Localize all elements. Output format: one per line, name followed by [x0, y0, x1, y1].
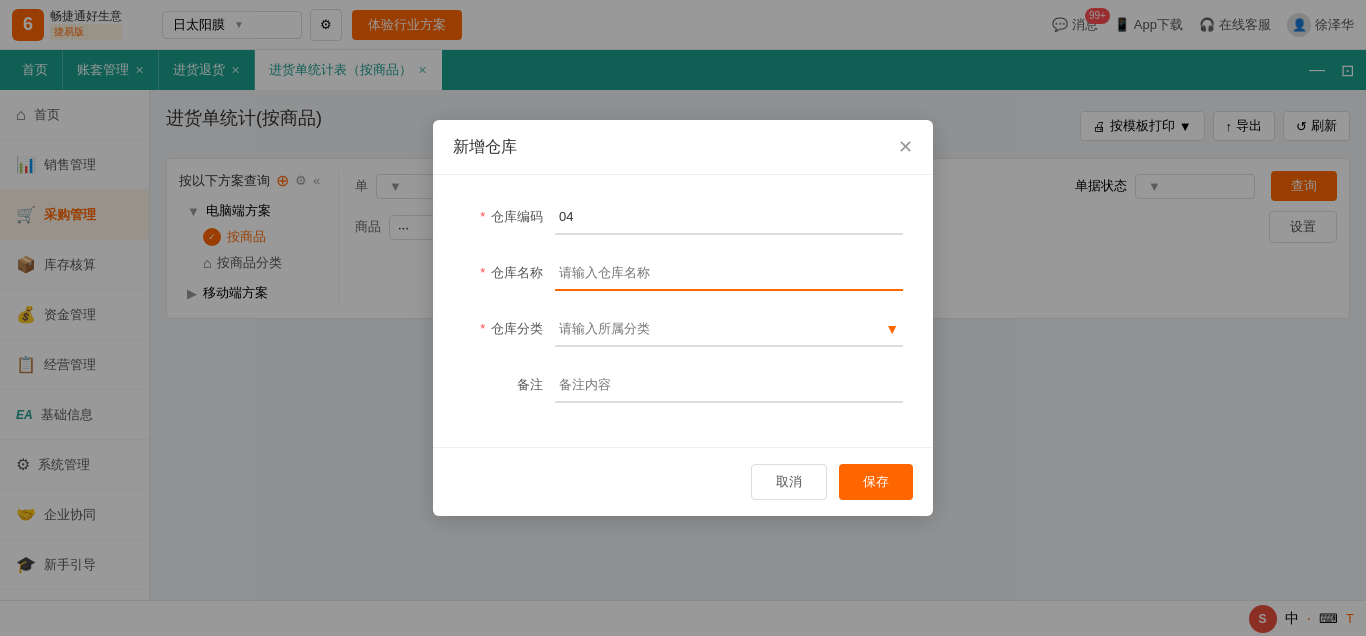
note-label-text: 备注: [517, 377, 543, 392]
note-input[interactable]: [555, 367, 903, 403]
form-row-name: * 仓库名称: [463, 255, 903, 291]
category-label: * 仓库分类: [463, 320, 543, 338]
name-input[interactable]: [555, 255, 903, 291]
name-required-mark: *: [480, 265, 485, 280]
modal-title: 新增仓库: [453, 137, 517, 158]
code-input[interactable]: [555, 199, 903, 235]
category-select-wrap: ▼: [555, 311, 903, 347]
name-label-text: 仓库名称: [491, 265, 543, 280]
code-label-text: 仓库编码: [491, 209, 543, 224]
form-row-code: * 仓库编码: [463, 199, 903, 235]
modal-body: * 仓库编码 * 仓库名称 * 仓库分类: [433, 175, 933, 447]
category-required-mark: *: [480, 321, 485, 336]
modal-footer: 取消 保存: [433, 447, 933, 516]
note-label: 备注: [463, 376, 543, 394]
code-required-mark: *: [480, 209, 485, 224]
name-label: * 仓库名称: [463, 264, 543, 282]
cancel-btn[interactable]: 取消: [751, 464, 827, 500]
form-row-category: * 仓库分类 ▼: [463, 311, 903, 347]
modal-overlay: 新增仓库 ✕ * 仓库编码 * 仓库名称: [0, 0, 1366, 636]
category-label-text: 仓库分类: [491, 321, 543, 336]
modal-header: 新增仓库 ✕: [433, 120, 933, 175]
modal-close-btn[interactable]: ✕: [898, 136, 913, 158]
add-warehouse-modal: 新增仓库 ✕ * 仓库编码 * 仓库名称: [433, 120, 933, 516]
save-btn[interactable]: 保存: [839, 464, 913, 500]
form-row-note: 备注: [463, 367, 903, 403]
category-input[interactable]: [555, 311, 903, 347]
code-label: * 仓库编码: [463, 208, 543, 226]
